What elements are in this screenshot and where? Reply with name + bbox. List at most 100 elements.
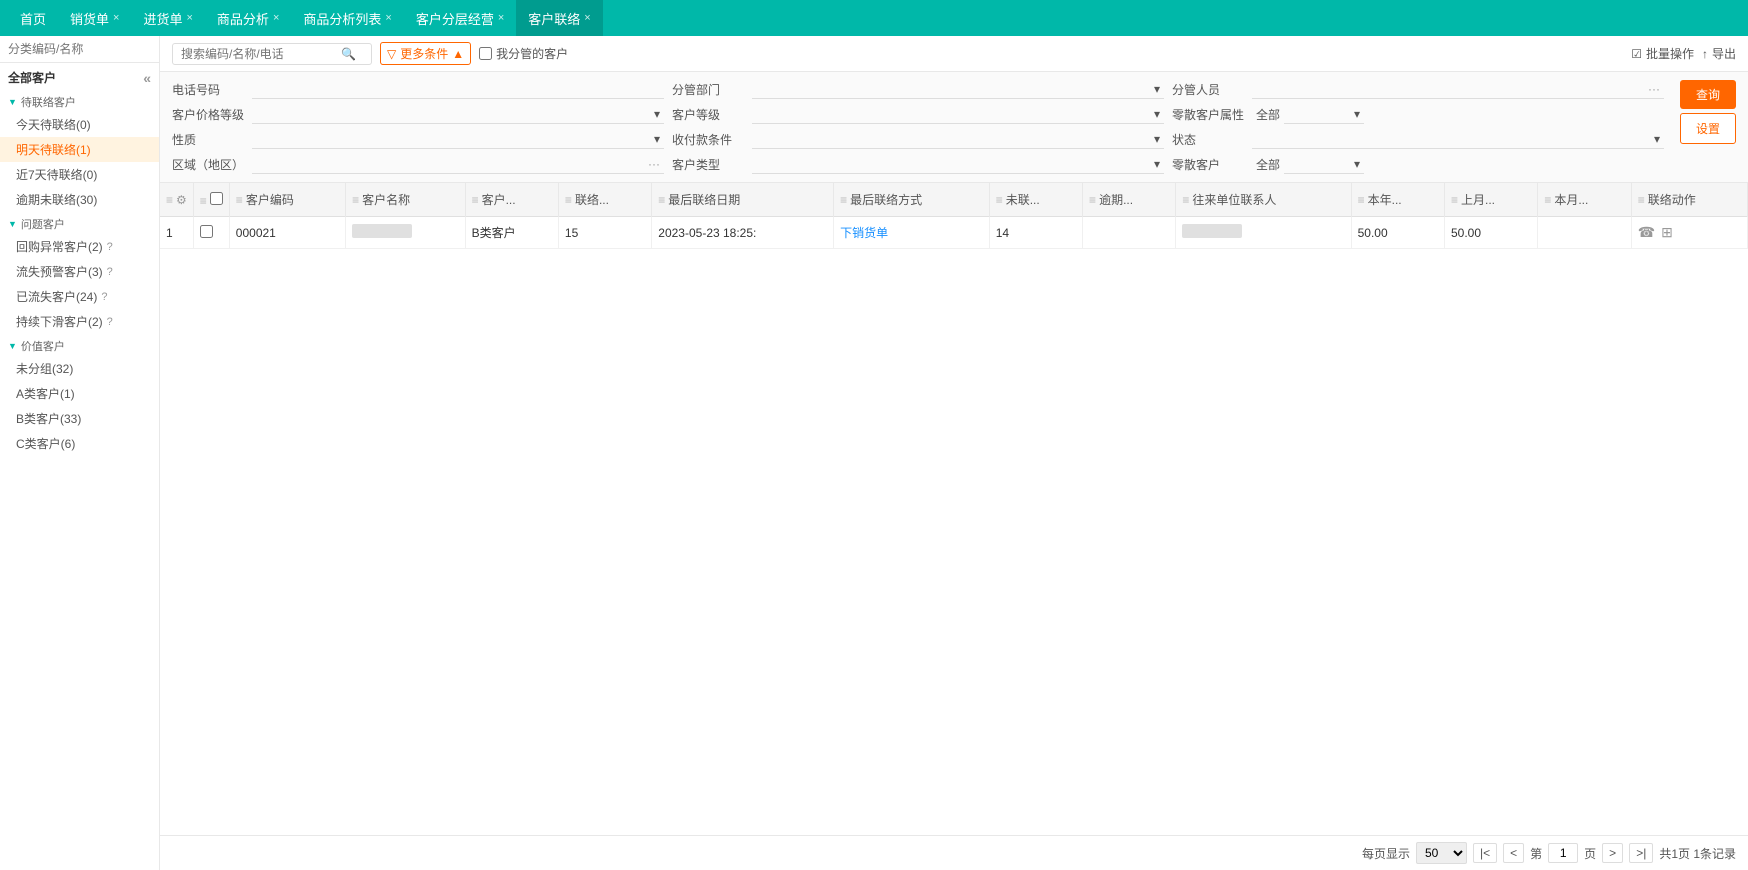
table-header-row: ⚙ 客户编码 客户名称 客户... 联络... 最后联络日期 最后联络方式 未联… bbox=[160, 183, 1748, 217]
nav-item-客户分层经营[interactable]: 客户分层经营× bbox=[404, 0, 516, 36]
sidebar-item-逾期未联络(30)[interactable]: 逾期未联络(30) bbox=[0, 187, 159, 212]
price-grade-label: 客户价格等级 bbox=[172, 106, 252, 123]
cust-grade-select[interactable]: ▾ bbox=[752, 105, 1164, 124]
nav-close-icon[interactable]: × bbox=[273, 12, 279, 24]
row-this-year: 50.00 bbox=[1351, 217, 1444, 249]
row-select-checkbox[interactable] bbox=[200, 225, 213, 238]
nav-item-商品分析[interactable]: 商品分析× bbox=[205, 0, 291, 36]
help-icon[interactable]: ? bbox=[107, 266, 113, 278]
more-filter-button[interactable]: ▽ 更多条件 ▲ bbox=[380, 42, 471, 65]
row-this-month bbox=[1538, 217, 1631, 249]
filter-search-box: 🔍 bbox=[172, 43, 372, 65]
prev-page-button[interactable]: < bbox=[1503, 843, 1524, 863]
th-last-date: 最后联络日期 bbox=[652, 183, 834, 217]
phone-input[interactable] bbox=[256, 82, 660, 96]
set-button[interactable]: 设置 bbox=[1680, 113, 1736, 144]
sidebar-item-A类客户(1)[interactable]: A类客户(1) bbox=[0, 381, 159, 406]
scatter-attr-select[interactable]: ▾ bbox=[1284, 105, 1364, 124]
sidebar-item-今天待联络(0)[interactable]: 今天待联络(0) bbox=[0, 112, 159, 137]
advanced-filter-panel: 电话号码 分管部门 ▾ 分管人员 bbox=[160, 72, 1748, 183]
sidebar-item-持续下滑客户(2)[interactable]: 持续下滑客户(2)? bbox=[0, 309, 159, 334]
filter-region: 区域（地区） ··· bbox=[172, 155, 664, 174]
export-label: 导出 bbox=[1712, 45, 1736, 62]
th-this-year: 本年... bbox=[1351, 183, 1444, 217]
sidebar-group-待联络客户[interactable]: 待联络客户 bbox=[0, 90, 159, 112]
nav-close-icon[interactable]: × bbox=[113, 12, 119, 24]
nav-item-进货单[interactable]: 进货单× bbox=[131, 0, 204, 36]
payment-select[interactable]: ▾ bbox=[752, 130, 1164, 149]
status-select[interactable]: ▾ bbox=[1252, 130, 1664, 149]
checkbox-col-header[interactable] bbox=[193, 183, 229, 217]
nav-close-icon[interactable]: × bbox=[584, 12, 590, 24]
my-customers-checkbox[interactable]: 我分管的客户 bbox=[479, 45, 568, 62]
sidebar-item-C类客户(6)[interactable]: C类客户(6) bbox=[0, 431, 159, 456]
sidebar-group-价值客户[interactable]: 价值客户 bbox=[0, 334, 159, 356]
sidebar-item-B类客户(33)[interactable]: B类客户(33) bbox=[0, 406, 159, 431]
all-customers-header[interactable]: 全部客户 « bbox=[0, 63, 159, 90]
nav-close-icon[interactable]: × bbox=[186, 12, 192, 24]
sidebar-group-问题客户[interactable]: 问题客户 bbox=[0, 212, 159, 234]
select-all-checkbox[interactable] bbox=[210, 192, 223, 205]
sidebar-item-明天待联络(1)[interactable]: 明天待联络(1) bbox=[0, 137, 159, 162]
person-select[interactable]: ··· bbox=[1252, 80, 1664, 99]
collapse-icon[interactable]: « bbox=[143, 70, 151, 86]
scatter-cust-select[interactable]: ▾ bbox=[1284, 155, 1364, 174]
last-method-link[interactable]: 下销货单 bbox=[840, 226, 888, 240]
main-layout: 🔍 全部客户 « 待联络客户今天待联络(0)明天待联络(1)近7天待联络(0)逾… bbox=[0, 36, 1748, 870]
region-label: 区域（地区） bbox=[172, 156, 252, 173]
batch-op-button[interactable]: ☑ 批量操作 bbox=[1631, 45, 1694, 62]
sidebar-item-近7天待联络(0)[interactable]: 近7天待联络(0) bbox=[0, 162, 159, 187]
filter-scatter-attr: 零散客户属性 全部 ▾ bbox=[1172, 105, 1664, 124]
filter-nature: 性质 ▾ bbox=[172, 130, 664, 149]
th-overdue: 逾期... bbox=[1083, 183, 1176, 217]
row-last-method[interactable]: 下销货单 bbox=[834, 217, 990, 249]
next-page-button[interactable]: > bbox=[1602, 843, 1623, 863]
dept-label: 分管部门 bbox=[672, 81, 752, 98]
query-button[interactable]: 查询 bbox=[1680, 80, 1736, 109]
filter-row-1: 电话号码 分管部门 ▾ 分管人员 bbox=[172, 80, 1664, 99]
page-size-label: 每页显示 bbox=[1362, 845, 1410, 862]
sidebar-item-已流失客户(24)[interactable]: 已流失客户(24)? bbox=[0, 284, 159, 309]
cust-grade-label: 客户等级 bbox=[672, 106, 752, 123]
nav-item-首页[interactable]: 首页 bbox=[8, 0, 58, 36]
row-last-date: 2023-05-23 18:25: bbox=[652, 217, 834, 249]
action-icon-2[interactable]: ⊞ bbox=[1661, 224, 1673, 241]
nav-close-icon[interactable]: × bbox=[498, 12, 504, 24]
filter-status: 状态 ▾ bbox=[1172, 130, 1664, 149]
page-size-select[interactable]: 50 100 200 bbox=[1416, 842, 1467, 864]
last-page-button[interactable]: >| bbox=[1629, 843, 1653, 863]
settings-col-header[interactable]: ⚙ bbox=[160, 183, 193, 217]
filter-search-icon[interactable]: 🔍 bbox=[341, 47, 356, 61]
sidebar-item-回购异常客户(2)[interactable]: 回购异常客户(2)? bbox=[0, 234, 159, 259]
phone-input-wrap[interactable] bbox=[252, 80, 664, 99]
nav-close-icon[interactable]: × bbox=[385, 12, 391, 24]
cust-type-select[interactable]: ▾ bbox=[752, 155, 1164, 174]
total-label: 共1页 1条记录 bbox=[1659, 845, 1736, 862]
nature-select[interactable]: ▾ bbox=[252, 130, 664, 149]
sidebar-item-未分组(32)[interactable]: 未分组(32) bbox=[0, 356, 159, 381]
sidebar-item-label: 流失预警客户(3) bbox=[16, 263, 103, 280]
dept-select[interactable]: ▾ bbox=[752, 80, 1164, 99]
nav-item-销货单[interactable]: 销货单× bbox=[58, 0, 131, 36]
th-contact-count: 联络... bbox=[558, 183, 651, 217]
row-checkbox[interactable] bbox=[193, 217, 229, 249]
page-number-input[interactable] bbox=[1548, 843, 1578, 863]
help-icon[interactable]: ? bbox=[107, 241, 113, 253]
my-customers-check-input[interactable] bbox=[479, 47, 492, 60]
help-icon[interactable]: ? bbox=[107, 316, 113, 328]
sidebar-search-input[interactable] bbox=[8, 42, 160, 56]
first-page-button[interactable]: |< bbox=[1473, 843, 1497, 863]
customer-name-blurred bbox=[352, 224, 412, 238]
sidebar-item-流失预警客户(3)[interactable]: 流失预警客户(3)? bbox=[0, 259, 159, 284]
filter-search-input[interactable] bbox=[181, 47, 341, 61]
help-icon[interactable]: ? bbox=[101, 291, 107, 303]
region-select[interactable]: ··· bbox=[252, 155, 664, 174]
row-contact-person bbox=[1176, 217, 1351, 249]
export-button[interactable]: ↑ 导出 bbox=[1702, 45, 1736, 62]
nav-item-客户联络[interactable]: 客户联络× bbox=[516, 0, 602, 36]
price-grade-select[interactable]: ▾ bbox=[252, 105, 664, 124]
nav-item-商品分析列表[interactable]: 商品分析列表× bbox=[291, 0, 403, 36]
row-contact-count: 15 bbox=[558, 217, 651, 249]
action-icon-1[interactable]: ☎ bbox=[1638, 224, 1655, 241]
content-area: 🔍 ▽ 更多条件 ▲ 我分管的客户 ☑ 批量操作 ↑ 导出 bbox=[160, 36, 1748, 870]
